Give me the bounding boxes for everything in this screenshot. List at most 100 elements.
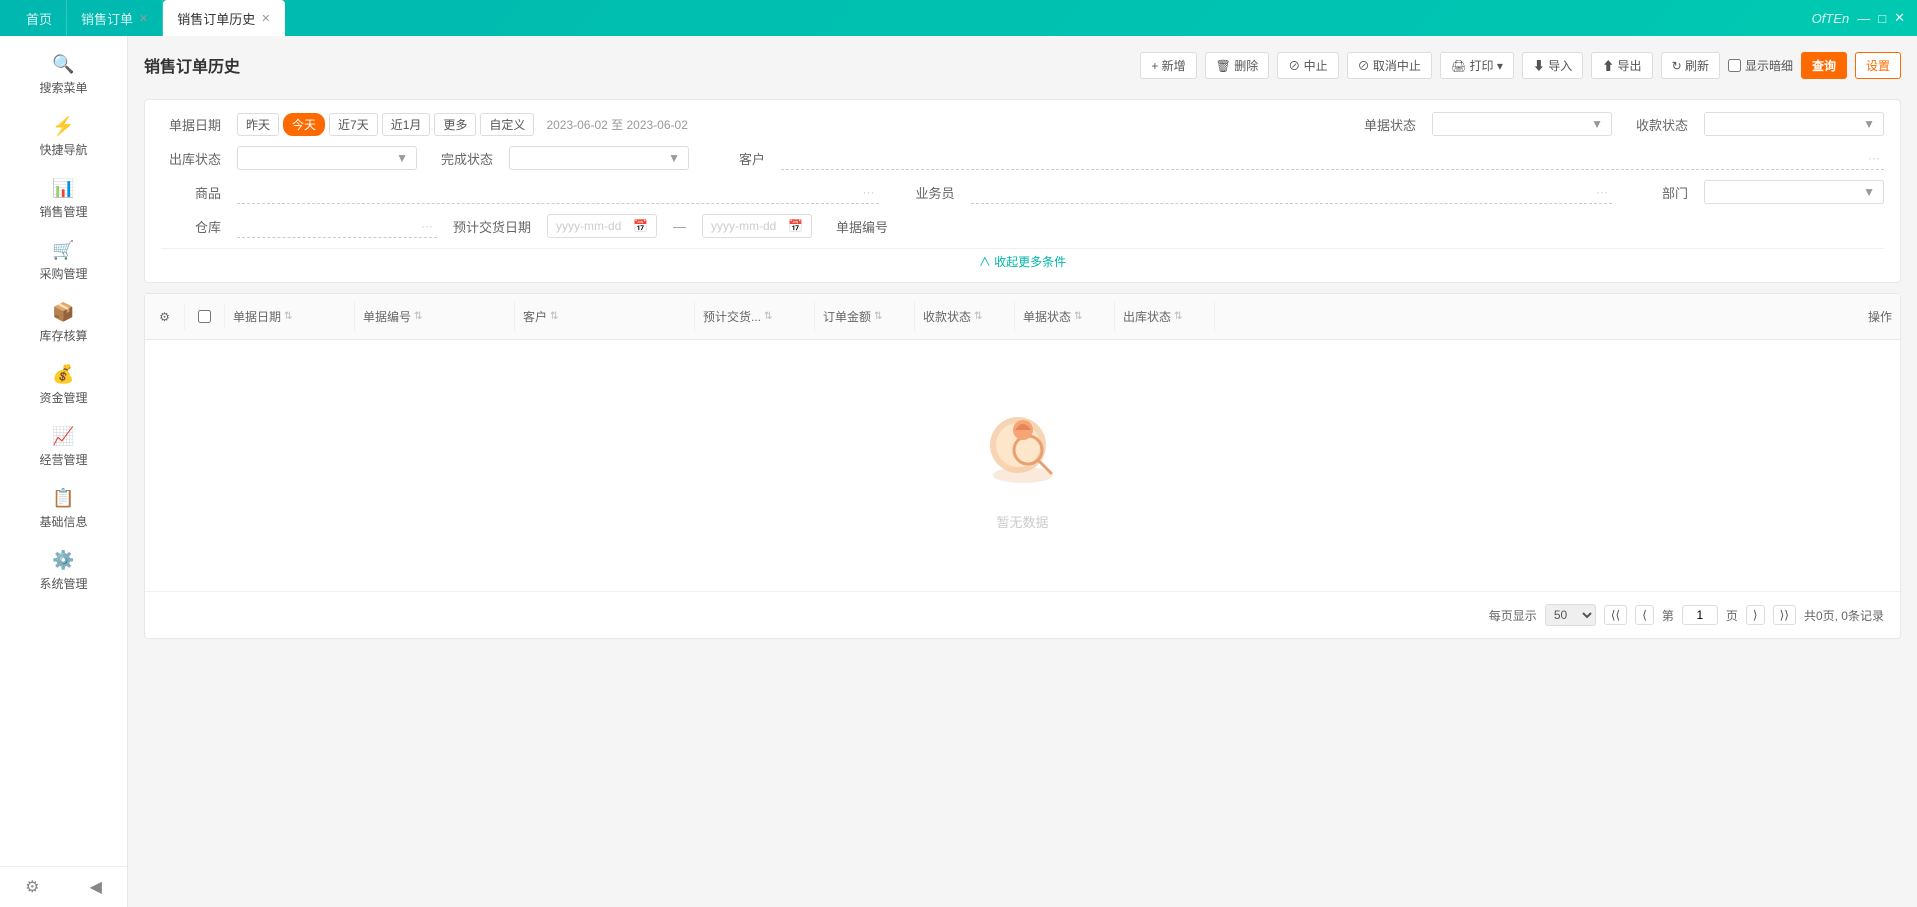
th-order-status[interactable]: 单据状态 ⇅ [1015, 302, 1115, 331]
sidebar-item-quick-nav[interactable]: ⚡ 快捷导航 [0, 106, 127, 168]
last1month-btn[interactable]: 近1月 [382, 113, 431, 136]
sort-payment-icon[interactable]: ⇅ [974, 311, 982, 322]
warehouse-select[interactable]: ··· [237, 215, 437, 238]
delivery-date-label: 预计交货日期 [453, 217, 531, 236]
calendar-icon-start[interactable]: 📅 [633, 219, 648, 233]
last7days-btn[interactable]: 近7天 [329, 113, 378, 136]
th-order-date[interactable]: 单据日期 ⇅ [225, 302, 355, 331]
sidebar-item-search-menu[interactable]: 🔍 搜索菜单 [0, 44, 127, 106]
warehouse-dots: ··· [421, 219, 433, 233]
pay-status-arrow: ▼ [1863, 117, 1875, 131]
tab-sales-order-history[interactable]: 销售订单历史 ✕ [163, 0, 285, 36]
sidebar-item-sys-mgmt[interactable]: ⚙️ 系统管理 [0, 540, 127, 602]
delete-button[interactable]: 🗑 删除 [1205, 52, 1270, 79]
next-page-btn[interactable]: ⟩ [1746, 605, 1765, 625]
customer-select[interactable]: ··· [781, 147, 1884, 170]
order-status-arrow: ▼ [1591, 117, 1603, 131]
tab-sales-order[interactable]: 销售订单 ✕ [67, 0, 163, 36]
order-no-label: 单据编号 [828, 217, 888, 236]
show-columns-checkbox[interactable]: 显示暗细 [1728, 57, 1793, 74]
th-out-status-label: 出库状态 [1123, 308, 1171, 325]
sidebar-item-sales-mgmt[interactable]: 📊 销售管理 [0, 168, 127, 230]
sys-mgmt-icon: ⚙️ [52, 550, 74, 571]
yesterday-btn[interactable]: 昨天 [237, 113, 279, 136]
delivery-date-start[interactable]: yyyy-mm-dd 📅 [547, 214, 657, 238]
th-ops-label: 操作 [1868, 308, 1892, 325]
show-columns-input[interactable] [1728, 59, 1741, 72]
tab-sales-order-close[interactable]: ✕ [139, 12, 148, 25]
first-page-btn[interactable]: ⟨⟨ [1604, 605, 1627, 625]
collapse-button[interactable]: ∧ 收起更多条件 [979, 253, 1066, 270]
sidebar-item-purchase-mgmt[interactable]: 🛒 采购管理 [0, 230, 127, 292]
window-minimize[interactable]: — [1857, 11, 1870, 26]
select-all-checkbox[interactable] [198, 310, 211, 323]
out-status-select[interactable]: ▼ [237, 146, 417, 170]
th-customer[interactable]: 客户 ⇅ [515, 302, 695, 331]
refresh-button[interactable]: ↻ 刷新 [1661, 52, 1720, 79]
tab-home[interactable]: 首页 [12, 0, 67, 36]
sort-out-status-icon[interactable]: ⇅ [1174, 311, 1182, 322]
th-settings[interactable]: ⚙ [145, 304, 185, 330]
tab-sales-order-history-close[interactable]: ✕ [261, 12, 270, 25]
pay-status-select[interactable]: ▼ [1704, 112, 1884, 136]
import-button[interactable]: ⬇ 导入 [1522, 52, 1583, 79]
table-area: ⚙ 单据日期 ⇅ 单据编号 ⇅ 客户 ⇅ 预计交货... [144, 293, 1901, 639]
th-delivery[interactable]: 预计交货... ⇅ [695, 302, 815, 331]
th-checkbox[interactable] [185, 304, 225, 329]
export-button[interactable]: ⬆ 导出 [1591, 52, 1652, 79]
show-columns-label: 显示暗细 [1745, 57, 1793, 74]
cancel-stop-button[interactable]: ⊘ 取消中止 [1347, 52, 1432, 79]
base-info-icon: 📋 [52, 488, 74, 509]
window-close-icon[interactable]: ✕ [1894, 10, 1905, 26]
total-info: 共0页, 0条记录 [1804, 607, 1884, 624]
sort-amount-icon[interactable]: ⇅ [874, 311, 882, 322]
th-order-date-label: 单据日期 [233, 308, 281, 325]
completed-status-arrow: ▼ [668, 151, 680, 165]
completed-status-label: 完成状态 [433, 149, 493, 168]
salesperson-select[interactable]: ··· [971, 181, 1613, 204]
sidebar-item-inventory[interactable]: 📦 库存核算 [0, 292, 127, 354]
query-button[interactable]: 查询 [1801, 52, 1847, 79]
sidebar-item-operations[interactable]: 📈 经营管理 [0, 416, 127, 478]
prev-page-btn[interactable]: ⟨ [1635, 605, 1654, 625]
custom-btn[interactable]: 自定义 [480, 113, 534, 136]
sidebar-item-base-info[interactable]: 📋 基础信息 [0, 478, 127, 540]
department-select[interactable]: ▼ [1704, 180, 1884, 204]
stop-button[interactable]: ⊘ 中止 [1277, 52, 1338, 79]
settings-button[interactable]: 设置 [1855, 52, 1901, 79]
new-button[interactable]: + 新增 [1140, 52, 1196, 79]
sort-customer-icon[interactable]: ⇅ [550, 311, 558, 322]
sort-date-icon[interactable]: ⇅ [284, 311, 292, 322]
th-order-no[interactable]: 单据编号 ⇅ [355, 302, 515, 331]
last-page-btn[interactable]: ⟩⟩ [1773, 605, 1796, 625]
sidebar: 🔍 搜索菜单 ⚡ 快捷导航 📊 销售管理 🛒 采购管理 📦 库存核算 💰 资金管… [0, 36, 128, 907]
window-maximize[interactable]: □ [1878, 11, 1886, 26]
order-status-select[interactable]: ▼ [1432, 112, 1612, 136]
settings-gear-icon[interactable]: ⚙ [159, 310, 170, 324]
print-button[interactable]: 🖨 打印 ▾ [1440, 52, 1514, 79]
page-size-select[interactable]: 50 10 20 100 [1545, 604, 1596, 626]
page-input[interactable] [1682, 605, 1718, 625]
quick-nav-icon: ⚡ [52, 116, 74, 137]
today-btn[interactable]: 今天 [283, 113, 325, 136]
sort-order-no-icon[interactable]: ⇅ [414, 311, 422, 322]
sidebar-settings-icon[interactable]: ⚙ [25, 877, 39, 897]
th-payment-status[interactable]: 收款状态 ⇅ [915, 302, 1015, 331]
completed-status-select[interactable]: ▼ [509, 146, 689, 170]
sidebar-item-finance[interactable]: 💰 资金管理 [0, 354, 127, 416]
sort-order-status-icon[interactable]: ⇅ [1074, 311, 1082, 322]
th-out-status[interactable]: 出库状态 ⇅ [1115, 302, 1215, 331]
calendar-icon-end[interactable]: 📅 [788, 219, 803, 233]
more-btn[interactable]: 更多 [434, 113, 476, 136]
sort-delivery-icon[interactable]: ⇅ [764, 311, 772, 322]
salesperson-label: 业务员 [895, 183, 955, 202]
out-status-arrow: ▼ [396, 151, 408, 165]
th-amount[interactable]: 订单金额 ⇅ [815, 302, 915, 331]
sidebar-collapse-icon[interactable]: ◀ [90, 877, 102, 897]
tab-sales-order-history-label: 销售订单历史 [177, 9, 255, 28]
table-header: ⚙ 单据日期 ⇅ 单据编号 ⇅ 客户 ⇅ 预计交货... [145, 294, 1900, 340]
goods-select[interactable]: ··· [237, 181, 879, 204]
date-label: 单据日期 [161, 115, 221, 134]
customer-label: 客户 [705, 149, 765, 168]
delivery-date-end[interactable]: yyyy-mm-dd 📅 [702, 214, 812, 238]
